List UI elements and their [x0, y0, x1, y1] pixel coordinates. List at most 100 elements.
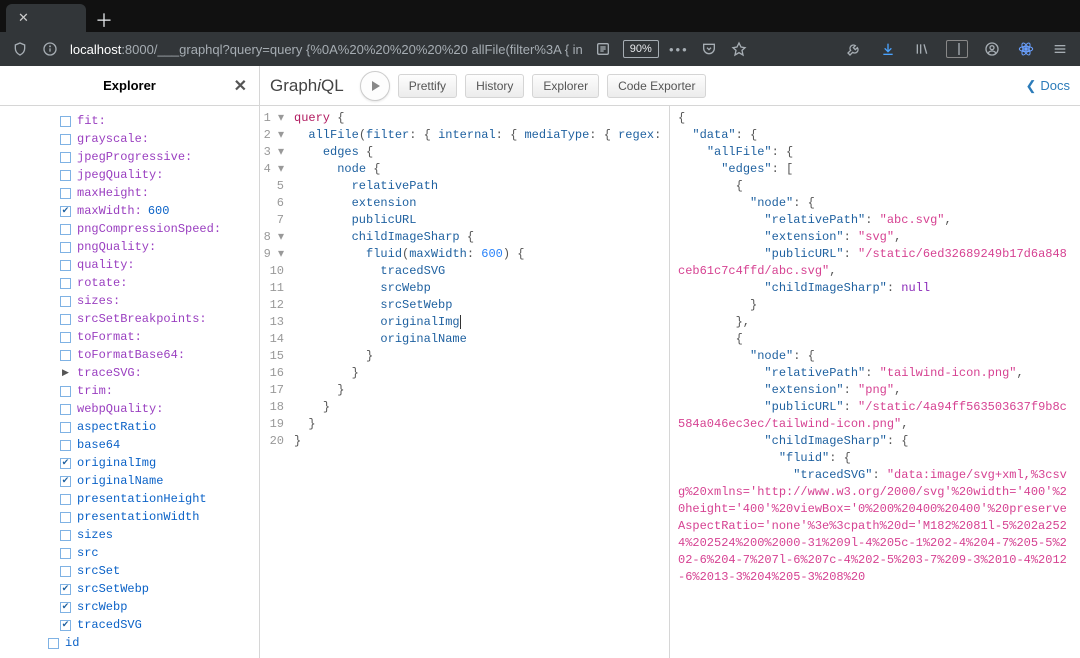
explorer-item-fit[interactable]: fit: [60, 112, 251, 130]
result-pane[interactable]: { "data": { "allFile": { "edges": [ { "n… [670, 106, 1080, 658]
checkbox-icon[interactable] [60, 278, 71, 289]
explorer-item-label: traceSVG: [77, 364, 142, 382]
checkbox-icon[interactable] [60, 116, 71, 127]
devtools-icon[interactable] [844, 39, 864, 59]
explorer-header: Explorer ✕ [0, 66, 259, 106]
checkbox-icon[interactable] [60, 512, 71, 523]
query-editor[interactable]: 1 ▾2 ▾3 ▾4 ▾5678 ▾9 ▾1011121314151617181… [260, 106, 670, 658]
checkbox-icon[interactable] [60, 530, 71, 541]
browser-chrome: ✕ ＋ localhost:8000/___graphql?query=quer… [0, 0, 1080, 66]
checkbox-icon[interactable] [60, 476, 71, 487]
explorer-item-toFormat[interactable]: toFormat: [60, 328, 251, 346]
checkbox-icon[interactable] [60, 584, 71, 595]
download-icon[interactable] [878, 39, 898, 59]
zoom-badge[interactable]: 90% [623, 40, 659, 58]
main-panel: GraphiQL Prettify History Explorer Code … [260, 66, 1080, 658]
explorer-item-id[interactable]: id [48, 634, 251, 652]
explorer-item-src[interactable]: src [60, 544, 251, 562]
shield-icon[interactable] [10, 39, 30, 59]
explorer-item-srcSetWebp[interactable]: srcSetWebp [60, 580, 251, 598]
reader-mode-icon[interactable] [593, 39, 613, 59]
query-code[interactable]: query { allFile(filter: { internal: { me… [290, 106, 661, 658]
explorer-item-presentationWidth[interactable]: presentationWidth [60, 508, 251, 526]
checkbox-icon[interactable] [60, 548, 71, 559]
explorer-item-maxHeight[interactable]: maxHeight: [60, 184, 251, 202]
explorer-item-label: sizes [77, 526, 113, 544]
checkbox-icon[interactable] [60, 404, 71, 415]
explorer-item-pngQuality[interactable]: pngQuality: [60, 238, 251, 256]
tab-strip: ✕ ＋ [0, 0, 1080, 32]
explorer-item-pngCompressionSpeed[interactable]: pngCompressionSpeed: [60, 220, 251, 238]
caret-icon[interactable] [60, 368, 71, 379]
explorer-item-base64[interactable]: base64 [60, 436, 251, 454]
explorer-item-maxWidth[interactable]: maxWidth: 600 [60, 202, 251, 220]
explorer-item-srcSetBreakpoints[interactable]: srcSetBreakpoints: [60, 310, 251, 328]
new-tab-button[interactable]: ＋ [92, 8, 116, 32]
prettify-button[interactable]: Prettify [398, 74, 457, 98]
explorer-item-sizes[interactable]: sizes [60, 526, 251, 544]
checkbox-icon[interactable] [48, 638, 59, 649]
explorer-item-sizes[interactable]: sizes: [60, 292, 251, 310]
url-text[interactable]: localhost:8000/___graphql?query=query {%… [70, 42, 583, 57]
meatball-icon[interactable]: ••• [669, 39, 689, 59]
explorer-item-originalImg[interactable]: originalImg [60, 454, 251, 472]
browser-tab[interactable]: ✕ [6, 4, 86, 32]
checkbox-icon[interactable] [60, 242, 71, 253]
checkbox-icon[interactable] [60, 350, 71, 361]
checkbox-icon[interactable] [60, 170, 71, 181]
react-devtools-icon[interactable] [1016, 39, 1036, 59]
checkbox-icon[interactable] [60, 620, 71, 631]
explorer-item-value[interactable]: 600 [148, 202, 170, 220]
graphiql-app: Explorer ✕ fit:grayscale:jpegProgressive… [0, 66, 1080, 595]
checkbox-icon[interactable] [60, 152, 71, 163]
explorer-item-originalName[interactable]: originalName [60, 472, 251, 490]
checkbox-icon[interactable] [60, 494, 71, 505]
pocket-icon[interactable] [699, 39, 719, 59]
checkbox-icon[interactable] [60, 134, 71, 145]
library-icon[interactable] [912, 39, 932, 59]
checkbox-icon[interactable] [60, 332, 71, 343]
history-button[interactable]: History [465, 74, 524, 98]
explorer-body[interactable]: fit:grayscale:jpegProgressive:jpegQualit… [0, 106, 259, 658]
close-tab-icon[interactable]: ✕ [18, 10, 29, 26]
hamburger-menu-icon[interactable] [1050, 39, 1070, 59]
checkbox-icon[interactable] [60, 458, 71, 469]
explorer-close-icon[interactable]: ✕ [234, 76, 247, 96]
explorer-item-rotate[interactable]: rotate: [60, 274, 251, 292]
explorer-button[interactable]: Explorer [532, 74, 599, 98]
explorer-item-label: pngCompressionSpeed: [77, 220, 221, 238]
checkbox-icon[interactable] [60, 566, 71, 577]
docs-button[interactable]: ❮ Docs [1025, 78, 1070, 94]
run-button[interactable] [360, 71, 390, 101]
explorer-item-srcSet[interactable]: srcSet [60, 562, 251, 580]
explorer-item-grayscale[interactable]: grayscale: [60, 130, 251, 148]
explorer-item-jpegQuality[interactable]: jpegQuality: [60, 166, 251, 184]
code-exporter-button[interactable]: Code Exporter [607, 74, 706, 98]
checkbox-icon[interactable] [60, 296, 71, 307]
explorer-item-toFormatBase64[interactable]: toFormatBase64: [60, 346, 251, 364]
explorer-item-traceSVG[interactable]: traceSVG: [60, 364, 251, 382]
checkbox-icon[interactable] [60, 386, 71, 397]
explorer-item-srcWebp[interactable]: srcWebp [60, 598, 251, 616]
explorer-item-label: src [77, 544, 99, 562]
explorer-item-tracedSVG[interactable]: tracedSVG [60, 616, 251, 634]
explorer-item-aspectRatio[interactable]: aspectRatio [60, 418, 251, 436]
checkbox-icon[interactable] [60, 440, 71, 451]
sidebar-toggle-icon[interactable] [946, 40, 968, 58]
info-icon[interactable] [40, 39, 60, 59]
explorer-item-trim[interactable]: trim: [60, 382, 251, 400]
checkbox-icon[interactable] [60, 260, 71, 271]
explorer-item-quality[interactable]: quality: [60, 256, 251, 274]
checkbox-icon[interactable] [60, 188, 71, 199]
account-icon[interactable] [982, 39, 1002, 59]
toolbar-actions [844, 39, 1070, 59]
bookmark-star-icon[interactable] [729, 39, 749, 59]
explorer-item-presentationHeight[interactable]: presentationHeight [60, 490, 251, 508]
checkbox-icon[interactable] [60, 224, 71, 235]
checkbox-icon[interactable] [60, 602, 71, 613]
checkbox-icon[interactable] [60, 206, 71, 217]
checkbox-icon[interactable] [60, 314, 71, 325]
checkbox-icon[interactable] [60, 422, 71, 433]
explorer-item-jpegProgressive[interactable]: jpegProgressive: [60, 148, 251, 166]
explorer-item-webpQuality[interactable]: webpQuality: [60, 400, 251, 418]
